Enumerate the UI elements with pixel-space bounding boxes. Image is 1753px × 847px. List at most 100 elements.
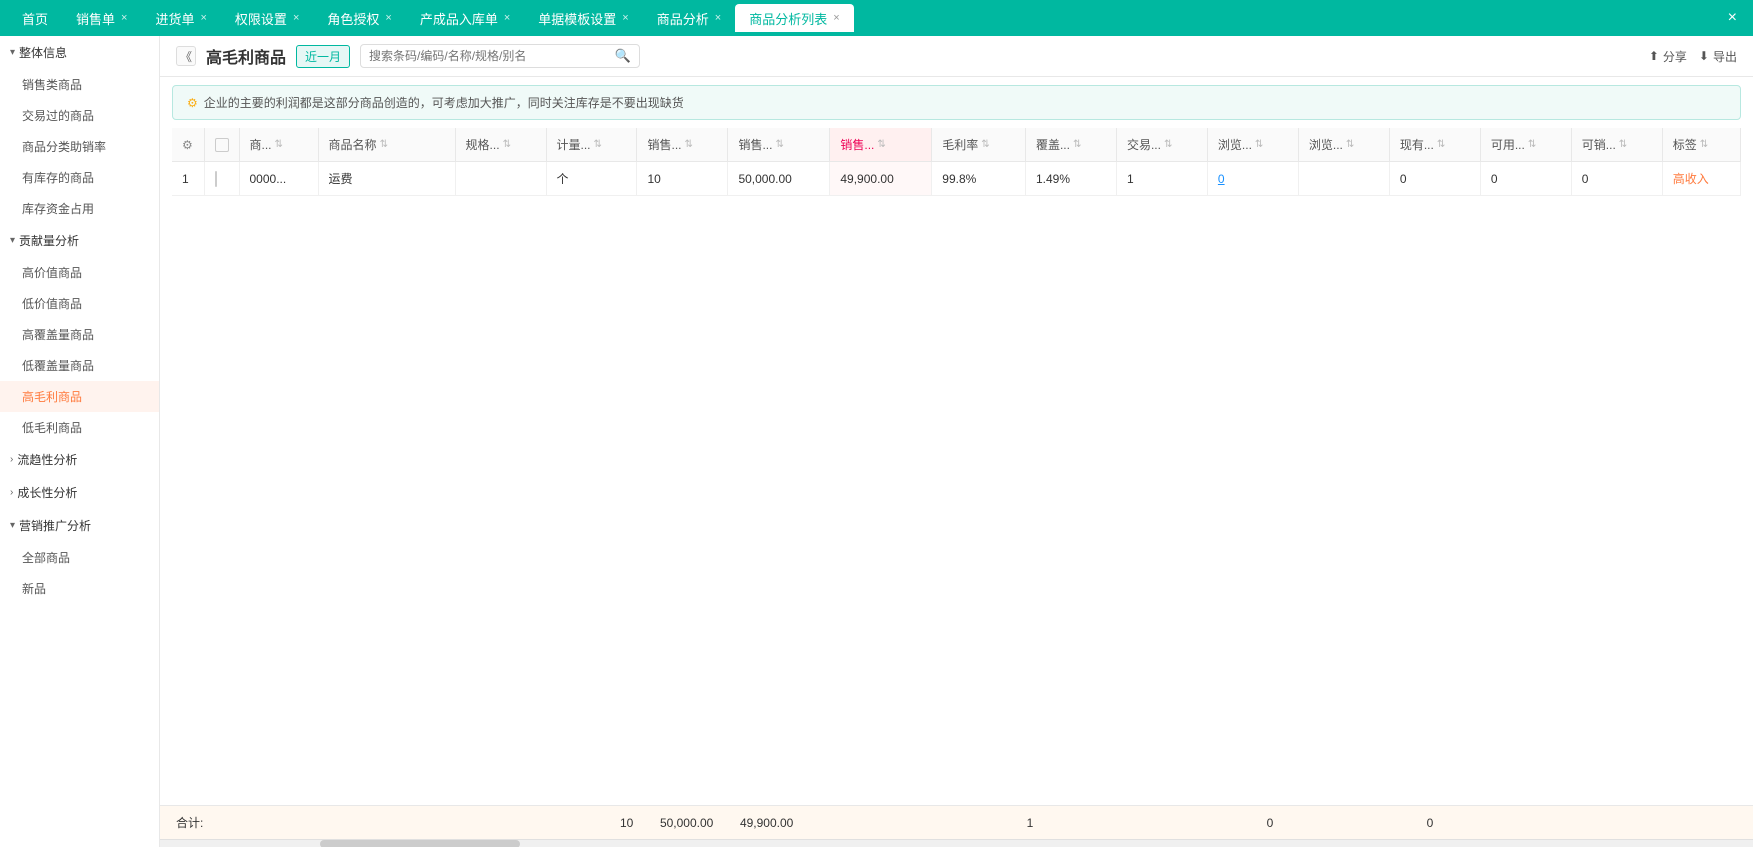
banner-text: 企业的主要的利润都是这部分商品创造的，可考虑加大推广，同时关注库存是不要出现缺货	[204, 94, 684, 111]
sidebar-item-new-goods[interactable]: 新品	[0, 573, 159, 604]
arrow-icon-4: ›	[10, 487, 13, 498]
export-icon: ⬇	[1699, 49, 1709, 63]
sidebar-item-low-value[interactable]: 低价值商品	[0, 288, 159, 319]
col-settings[interactable]: ⚙	[172, 128, 204, 162]
sidebar-item-in-stock[interactable]: 有库存的商品	[0, 162, 159, 193]
sidebar-item-low-coverage[interactable]: 低覆盖量商品	[0, 350, 159, 381]
col-stock-available[interactable]: 可用...⇅	[1480, 128, 1571, 162]
horizontal-scrollbar[interactable]	[160, 839, 1753, 847]
col-sales-amount[interactable]: 销售...⇅	[728, 128, 830, 162]
sort-icon-profit-rate[interactable]: ⇅	[981, 139, 989, 150]
col-trade[interactable]: 交易...⇅	[1116, 128, 1207, 162]
scrollbar-thumb[interactable]	[320, 840, 520, 847]
sort-icon-sales-profit[interactable]: ⇅	[877, 139, 885, 150]
sidebar-group-contribution[interactable]: ▾ 贡献量分析	[0, 224, 159, 257]
sidebar-item-stock-capital[interactable]: 库存资金占用	[0, 193, 159, 224]
sort-icon-sales-count[interactable]: ⇅	[685, 139, 693, 150]
sort-icon-stock-sellable[interactable]: ⇅	[1619, 139, 1627, 150]
sidebar-item-high-coverage[interactable]: 高覆盖量商品	[0, 319, 159, 350]
tab-sales[interactable]: 销售单 ×	[62, 4, 141, 32]
tab-close-analysis-list[interactable]: ×	[833, 12, 839, 24]
tab-template[interactable]: 单据模板设置 ×	[524, 4, 642, 32]
row-sales-count: 10	[637, 162, 728, 196]
sidebar-item-high-value[interactable]: 高价值商品	[0, 257, 159, 288]
tab-close-template[interactable]: ×	[622, 12, 628, 24]
col-view1[interactable]: 浏览...⇅	[1207, 128, 1298, 162]
col-stock-current[interactable]: 现有...⇅	[1389, 128, 1480, 162]
sidebar-item-category-rate[interactable]: 商品分类助销率	[0, 131, 159, 162]
sidebar: ▾ 整体信息 销售类商品 交易过的商品 商品分类助销率 有库存的商品 库存资金占…	[0, 36, 160, 847]
sort-icon-stock-available[interactable]: ⇅	[1528, 139, 1536, 150]
col-sales-profit[interactable]: 销售...⇅	[830, 128, 932, 162]
window-close-button[interactable]: ×	[1720, 9, 1745, 27]
footer-bar: 合计: 10 50,000.00 49,900.00 1 0 0	[160, 805, 1753, 839]
sidebar-item-sales-goods[interactable]: 销售类商品	[0, 69, 159, 100]
sort-icon[interactable]: ⇅	[275, 139, 283, 150]
arrow-icon-5: ▾	[10, 520, 15, 531]
tab-permission[interactable]: 权限设置 ×	[221, 4, 313, 32]
row-coverage: 1.49%	[1025, 162, 1116, 196]
sidebar-item-all-goods[interactable]: 全部商品	[0, 542, 159, 573]
sidebar-collapse-button[interactable]: 《	[176, 46, 196, 66]
search-icon[interactable]: 🔍	[615, 48, 631, 64]
tab-close-role[interactable]: ×	[385, 12, 391, 24]
col-tag[interactable]: 标签⇅	[1662, 128, 1740, 162]
settings-icon[interactable]: ⚙	[182, 138, 193, 152]
content-header: 《 高毛利商品 近一月 🔍 ⬆ 分享 ⬇ 导出	[160, 36, 1753, 77]
tab-analysis[interactable]: 商品分析 ×	[643, 4, 735, 32]
col-name[interactable]: 商品名称⇅	[318, 128, 455, 162]
col-code[interactable]: 商...⇅	[239, 128, 318, 162]
sort-icon-trade[interactable]: ⇅	[1164, 139, 1172, 150]
sidebar-item-traded-goods[interactable]: 交易过的商品	[0, 100, 159, 131]
col-unit[interactable]: 计量...⇅	[546, 128, 637, 162]
sort-icon-tag[interactable]: ⇅	[1700, 139, 1708, 150]
sort-icon-stock-current[interactable]: ⇅	[1437, 139, 1445, 150]
tab-close-sales[interactable]: ×	[121, 12, 127, 24]
sort-icon-sales-amount[interactable]: ⇅	[775, 139, 783, 150]
tab-purchase[interactable]: 进货单 ×	[141, 4, 220, 32]
row-index: 1	[172, 162, 204, 196]
col-coverage[interactable]: 覆盖...⇅	[1025, 128, 1116, 162]
row-stock-available: 0	[1480, 162, 1571, 196]
sidebar-group-trend[interactable]: › 流趋性分析	[0, 443, 159, 476]
row-checkbox[interactable]	[204, 162, 239, 196]
tab-close-product-inbound[interactable]: ×	[504, 12, 510, 24]
col-checkbox[interactable]	[204, 128, 239, 162]
tab-analysis-list[interactable]: 商品分析列表 ×	[735, 4, 853, 32]
sort-icon-view2[interactable]: ⇅	[1346, 139, 1354, 150]
row-unit: 个	[546, 162, 637, 196]
sort-icon-spec[interactable]: ⇅	[503, 139, 511, 150]
row-view1[interactable]: 0	[1207, 162, 1298, 196]
tab-close-purchase[interactable]: ×	[200, 12, 206, 24]
select-all-checkbox[interactable]	[215, 138, 229, 152]
period-button[interactable]: 近一月	[296, 45, 350, 68]
row-trade: 1	[1116, 162, 1207, 196]
col-stock-sellable[interactable]: 可销...⇅	[1571, 128, 1662, 162]
sidebar-group-growth[interactable]: › 成长性分析	[0, 476, 159, 509]
search-box: 🔍	[360, 44, 640, 68]
col-profit-rate[interactable]: 毛利率⇅	[932, 128, 1026, 162]
sort-icon-name[interactable]: ⇅	[380, 139, 388, 150]
share-icon: ⬆	[1649, 49, 1659, 63]
row-name: 运费	[318, 162, 455, 196]
row-sales-amount: 50,000.00	[728, 162, 830, 196]
table-container: ⚙ 商...⇅ 商品名称⇅ 规格...⇅ 计量...⇅ 销售...⇅ 销售...…	[160, 128, 1753, 805]
tab-product-inbound[interactable]: 产成品入库单 ×	[406, 4, 524, 32]
tab-role[interactable]: 角色授权 ×	[313, 4, 405, 32]
export-button[interactable]: ⬇ 导出	[1699, 48, 1737, 65]
col-sales-count[interactable]: 销售...⇅	[637, 128, 728, 162]
sort-icon-view1[interactable]: ⇅	[1255, 139, 1263, 150]
col-spec[interactable]: 规格...⇅	[455, 128, 546, 162]
search-input[interactable]	[369, 49, 611, 63]
tab-close-permission[interactable]: ×	[293, 12, 299, 24]
sidebar-item-low-profit[interactable]: 低毛利商品	[0, 412, 159, 443]
sidebar-item-high-profit[interactable]: 高毛利商品	[0, 381, 159, 412]
sidebar-group-overview[interactable]: ▾ 整体信息	[0, 36, 159, 69]
col-view2[interactable]: 浏览...⇅	[1298, 128, 1389, 162]
sidebar-group-marketing[interactable]: ▾ 营销推广分析	[0, 509, 159, 542]
sort-icon-coverage[interactable]: ⇅	[1073, 139, 1081, 150]
tab-home[interactable]: 首页	[8, 4, 62, 32]
tab-close-analysis[interactable]: ×	[715, 12, 721, 24]
share-button[interactable]: ⬆ 分享	[1649, 48, 1687, 65]
sort-icon-unit[interactable]: ⇅	[594, 139, 602, 150]
